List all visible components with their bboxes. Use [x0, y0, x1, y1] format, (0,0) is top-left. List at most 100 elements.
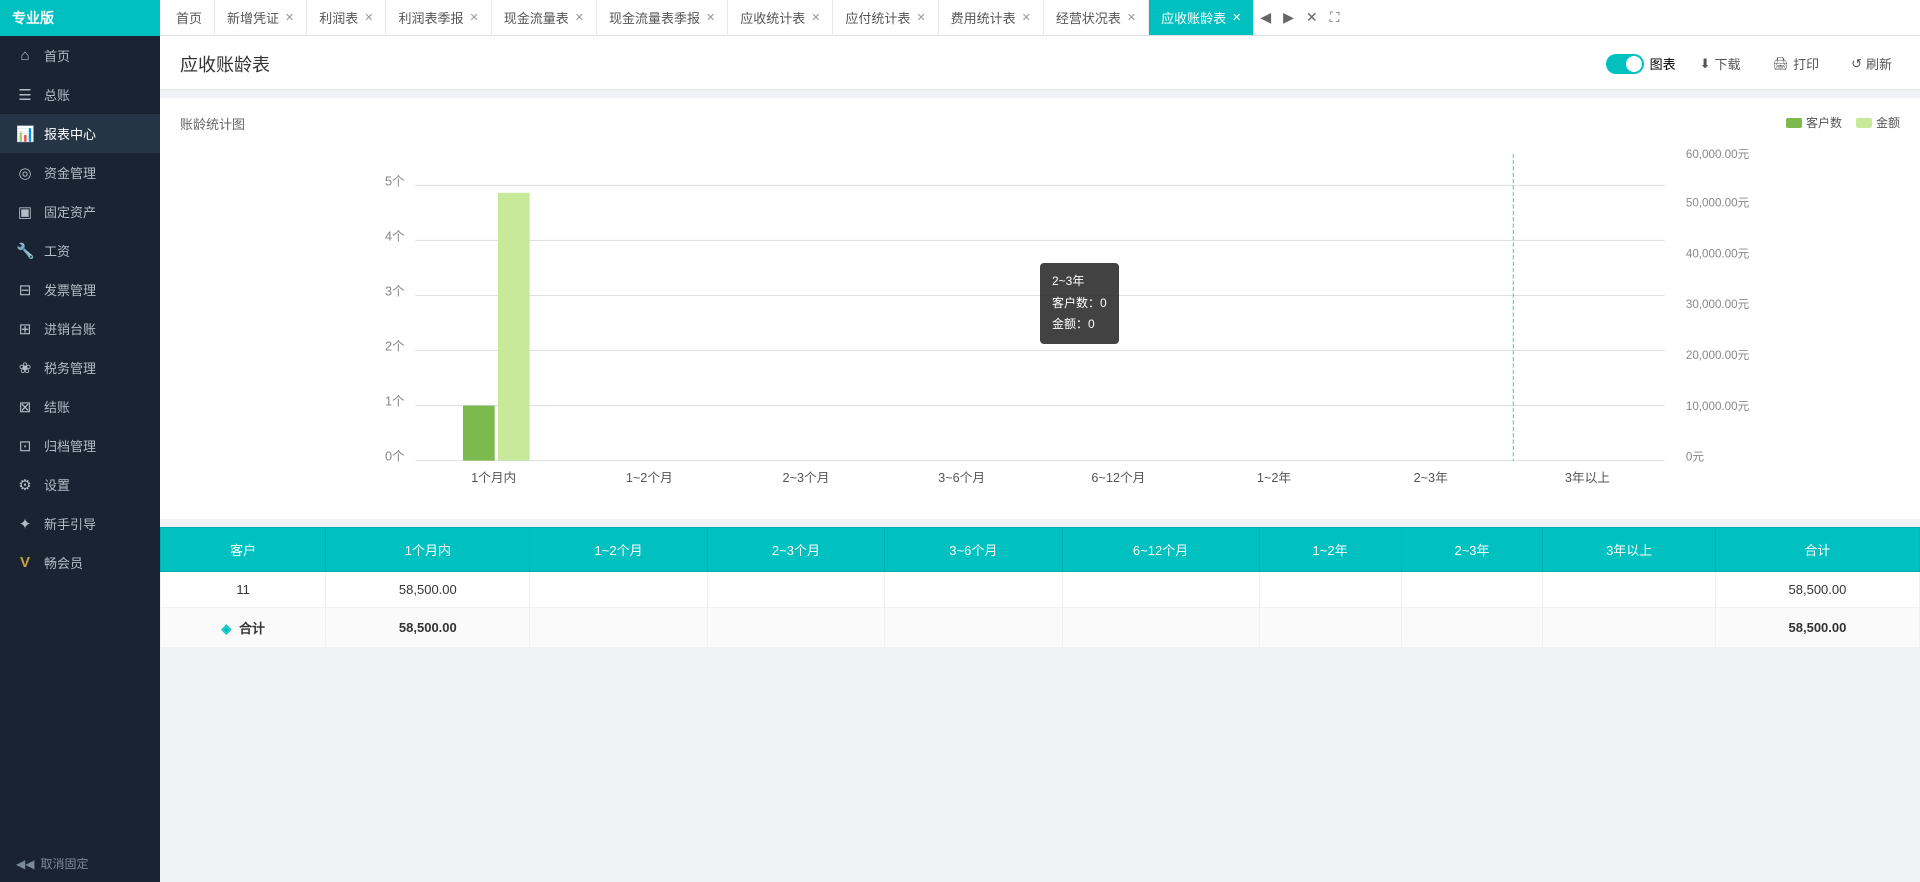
- tab-biz-status[interactable]: 经营状况表 ✕: [1044, 0, 1149, 36]
- tab-ar-aging-label: 应收账龄表: [1161, 8, 1226, 27]
- sidebar-label-capital: 资金管理: [44, 163, 96, 182]
- legend-customers-label: 客户数: [1806, 114, 1842, 131]
- col-m5: 6~12个月: [1062, 528, 1259, 572]
- chart-title: 账龄统计图: [180, 114, 1900, 133]
- sidebar-label-ledger: 总账: [44, 85, 70, 104]
- vip-icon: V: [16, 554, 34, 571]
- sidebar-label-home: 首页: [44, 46, 70, 65]
- sidebar-item-invoice[interactable]: ⊟ 发票管理: [0, 270, 160, 309]
- col-total: 合计: [1715, 528, 1919, 572]
- tab-close-all-btn[interactable]: ✕: [1300, 0, 1324, 36]
- svg-text:50,000.00元: 50,000.00元: [1686, 197, 1750, 210]
- svg-text:0元: 0元: [1686, 451, 1704, 464]
- tab-expense[interactable]: 费用统计表 ✕: [939, 0, 1044, 36]
- page-title: 应收账龄表: [180, 51, 270, 77]
- sidebar-item-assets[interactable]: ▣ 固定资产: [0, 192, 160, 231]
- tab-fullscreen-btn[interactable]: ⛶: [1324, 0, 1346, 36]
- tab-ap-stats[interactable]: 应付统计表 ✕: [833, 0, 938, 36]
- svg-text:1~2年: 1~2年: [1257, 471, 1292, 485]
- tab-expense-close[interactable]: ✕: [1022, 11, 1031, 24]
- svg-text:5个: 5个: [385, 174, 405, 188]
- tab-cashflow-q-close[interactable]: ✕: [706, 11, 715, 24]
- content-area: 应收账龄表 图表 ⬇ 下载 🖨 打印 ↺ 刷新: [160, 36, 1920, 882]
- sidebar-label-guide: 新手引导: [44, 514, 96, 533]
- table-section: 客户 1个月内 1~2个月 2~3个月 3~6个月 6~12个月 1~2年 2~…: [160, 527, 1920, 648]
- row-m4: [885, 572, 1062, 608]
- col-m4: 3~6个月: [885, 528, 1062, 572]
- tab-voucher-label: 新增凭证: [227, 8, 279, 27]
- tab-voucher-close[interactable]: ✕: [285, 11, 294, 24]
- assets-icon: ▣: [16, 203, 34, 221]
- legend-customers-color: [1786, 118, 1802, 128]
- sidebar-item-reports[interactable]: 📊 报表中心: [0, 114, 160, 153]
- svg-text:0个: 0个: [385, 450, 405, 464]
- toggle-track[interactable]: [1606, 54, 1644, 74]
- tab-ap-stats-close[interactable]: ✕: [916, 11, 925, 24]
- collapse-sidebar-btn[interactable]: ◀◀ 取消固定: [0, 845, 160, 882]
- total-label-text: 合计: [239, 621, 265, 636]
- sidebar-item-settings[interactable]: ⚙ 设置: [0, 465, 160, 504]
- sidebar-label-salary: 工资: [44, 241, 70, 260]
- tab-next-btn[interactable]: ▶: [1277, 0, 1300, 36]
- tab-biz-status-label: 经营状况表: [1056, 8, 1121, 27]
- tab-profit-close[interactable]: ✕: [364, 11, 373, 24]
- svg-text:40,000.00元: 40,000.00元: [1686, 247, 1750, 260]
- svg-text:2个: 2个: [385, 340, 405, 354]
- app-logo: 专业版: [0, 0, 160, 36]
- print-btn[interactable]: 🖨 打印: [1765, 50, 1828, 77]
- svg-text:60,000.00元: 60,000.00元: [1686, 148, 1750, 161]
- sidebar-item-salary[interactable]: 🔧 工资: [0, 231, 160, 270]
- sidebar-item-inventory[interactable]: ⊞ 进销台账: [0, 309, 160, 348]
- row-customer: 11: [161, 572, 326, 608]
- chart-section: 账龄统计图 客户数 金额 0个 1个 2个 3个 4个: [160, 98, 1920, 519]
- inventory-icon: ⊞: [16, 320, 34, 338]
- row-m8: [1543, 572, 1715, 608]
- chart-wrapper: 0个 1个 2个 3个 4个 5个 0元 10,000.00元 20,000.0…: [180, 143, 1900, 503]
- sidebar-label-tax: 税务管理: [44, 358, 96, 377]
- tab-ar-stats[interactable]: 应收统计表 ✕: [728, 0, 833, 36]
- tab-profit-q-close[interactable]: ✕: [470, 11, 479, 24]
- refresh-icon: ↺: [1851, 56, 1862, 72]
- tab-profit-q[interactable]: 利润表季报 ✕: [386, 0, 491, 36]
- sidebar-label-invoice: 发票管理: [44, 280, 96, 299]
- download-btn[interactable]: ⬇ 下载: [1692, 50, 1749, 77]
- total-m2: [530, 608, 707, 648]
- sidebar-item-archive[interactable]: ⊡ 归档管理: [0, 426, 160, 465]
- tab-voucher[interactable]: 新增凭证 ✕: [215, 0, 307, 36]
- collapse-icon: ◀◀: [16, 857, 34, 871]
- tab-cashflow-close[interactable]: ✕: [575, 11, 584, 24]
- tab-ar-stats-close[interactable]: ✕: [811, 11, 820, 24]
- sidebar-item-ledger[interactable]: ☰ 总账: [0, 75, 160, 114]
- svg-text:2~3年: 2~3年: [1414, 471, 1449, 485]
- bar-customer-0: [463, 406, 495, 461]
- refresh-label: 刷新: [1866, 54, 1892, 73]
- guide-icon: ✦: [16, 515, 34, 533]
- chart-toggle[interactable]: 图表: [1606, 54, 1676, 74]
- tab-profit[interactable]: 利润表 ✕: [307, 0, 386, 36]
- tab-home[interactable]: 首页: [164, 0, 215, 36]
- col-m7: 2~3年: [1401, 528, 1543, 572]
- sidebar-item-tax[interactable]: ❀ 税务管理: [0, 348, 160, 387]
- sidebar-item-vip[interactable]: V 畅会员: [0, 543, 160, 582]
- sidebar: 专业版 ⌂ 首页 ☰ 总账 📊 报表中心 ◎ 资金管理 ▣ 固定资产 🔧 工资 …: [0, 0, 160, 882]
- print-label: 打印: [1793, 54, 1819, 73]
- total-m7: [1401, 608, 1543, 648]
- tab-home-label: 首页: [176, 8, 202, 27]
- row-m2: [530, 572, 707, 608]
- tab-ar-aging[interactable]: 应收账龄表 ✕: [1149, 0, 1254, 36]
- archive-icon: ⊡: [16, 437, 34, 455]
- sidebar-item-guide[interactable]: ✦ 新手引导: [0, 504, 160, 543]
- tab-ar-aging-close[interactable]: ✕: [1232, 11, 1241, 24]
- sidebar-item-home[interactable]: ⌂ 首页: [0, 36, 160, 75]
- sidebar-item-closing[interactable]: ⊠ 结账: [0, 387, 160, 426]
- sidebar-item-capital[interactable]: ◎ 资金管理: [0, 153, 160, 192]
- tab-prev-btn[interactable]: ◀: [1254, 0, 1277, 36]
- tab-ap-stats-label: 应付统计表: [845, 8, 910, 27]
- refresh-btn[interactable]: ↺ 刷新: [1843, 50, 1900, 77]
- tab-cashflow[interactable]: 现金流量表 ✕: [492, 0, 597, 36]
- tab-cashflow-q[interactable]: 现金流量表季报 ✕: [597, 0, 728, 36]
- row-m5: [1062, 572, 1259, 608]
- tab-biz-status-close[interactable]: ✕: [1127, 11, 1136, 24]
- bar-amount-0: [498, 193, 530, 461]
- row-m6: [1259, 572, 1401, 608]
